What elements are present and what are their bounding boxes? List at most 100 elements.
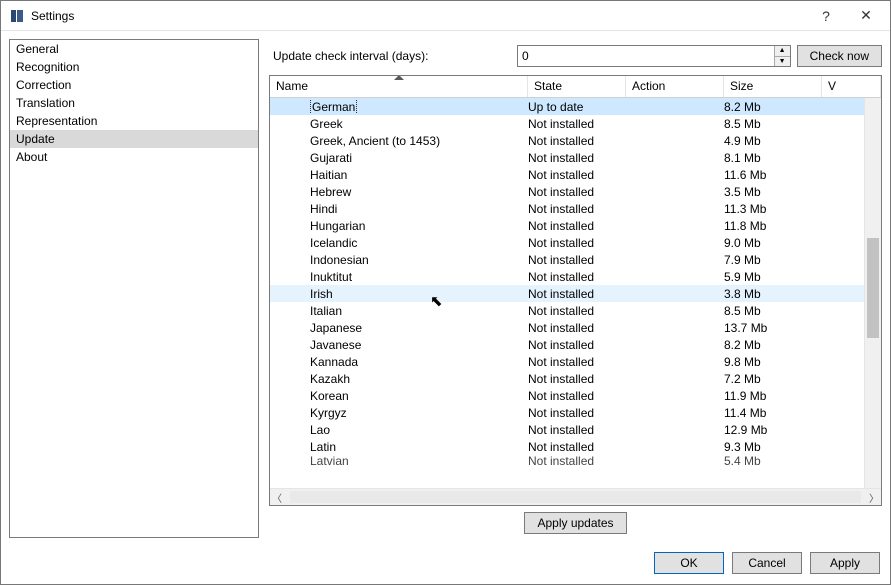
horizontal-scrollbar[interactable]: 〈 〉 — [270, 488, 881, 505]
table-row[interactable]: KyrgyzNot installed11.4 Mb — [270, 404, 864, 421]
cell-name: Irish — [270, 287, 528, 301]
cell-name: Hungarian — [270, 219, 528, 233]
table-row[interactable]: GermanUp to date8.2 Mb — [270, 98, 864, 115]
table-row[interactable]: JavaneseNot installed 8.2 Mb — [270, 336, 864, 353]
cell-size: 4.9 Mb — [724, 134, 822, 148]
header-action[interactable]: Action — [626, 76, 724, 97]
cell-state: Not installed — [528, 253, 626, 267]
cell-name: Latvian — [270, 455, 528, 467]
cell-name: Korean — [270, 389, 528, 403]
spin-buttons[interactable]: ▲ ▼ — [774, 46, 790, 66]
cell-size: 8.2 Mb — [724, 100, 822, 114]
cell-size: 8.2 Mb — [724, 338, 822, 352]
spin-down-icon[interactable]: ▼ — [775, 57, 790, 67]
table-row[interactable]: HungarianNot installed 11.8 Mb — [270, 217, 864, 234]
cell-name: Kannada — [270, 355, 528, 369]
dialog-footer: OK Cancel Apply — [1, 546, 890, 584]
cell-size: 11.3 Mb — [724, 202, 822, 216]
cell-name: Hindi — [270, 202, 528, 216]
cell-size: 8.1 Mb — [724, 151, 822, 165]
cell-name: Gujarati — [270, 151, 528, 165]
table-row[interactable]: KoreanNot installed11.9 Mb — [270, 387, 864, 404]
apply-updates-button[interactable]: Apply updates — [524, 512, 626, 534]
sidebar-item-recognition[interactable]: Recognition — [10, 58, 258, 76]
cell-name: Italian — [270, 304, 528, 318]
ok-button[interactable]: OK — [654, 552, 724, 574]
table-row[interactable]: KannadaNot installed 9.8 Mb — [270, 353, 864, 370]
table-row[interactable]: IcelandicNot installed9.0 Mb — [270, 234, 864, 251]
titlebar: Settings ? ✕ — [1, 1, 890, 31]
table-row[interactable]: LaoNot installed12.9 Mb — [270, 421, 864, 438]
sidebar-item-correction[interactable]: Correction — [10, 76, 258, 94]
cell-size: 7.2 Mb — [724, 372, 822, 386]
updates-table: Name State Action Size V ⬉ GermanUp to d… — [269, 75, 882, 506]
content-area: GeneralRecognitionCorrectionTranslationR… — [1, 31, 890, 546]
cell-state: Not installed — [528, 219, 626, 233]
table-row[interactable]: Greek, Ancient (to 1453)Not installed 4.9… — [270, 132, 864, 149]
cell-name: Haitian — [270, 168, 528, 182]
sidebar-item-update[interactable]: Update — [10, 130, 258, 148]
cancel-button[interactable]: Cancel — [732, 552, 802, 574]
cell-name: Latin — [270, 440, 528, 454]
apply-updates-row: Apply updates — [269, 506, 882, 538]
spin-up-icon[interactable]: ▲ — [775, 46, 790, 57]
cell-size: 9.8 Mb — [724, 355, 822, 369]
interval-spinbox[interactable]: ▲ ▼ — [517, 45, 791, 67]
scroll-left-icon[interactable]: 〈 — [272, 490, 282, 505]
table-row[interactable]: HindiNot installed11.3 Mb — [270, 200, 864, 217]
apply-button[interactable]: Apply — [810, 552, 880, 574]
vertical-scrollbar[interactable] — [864, 98, 881, 488]
close-button[interactable]: ✕ — [846, 2, 886, 30]
cell-size: 8.5 Mb — [724, 117, 822, 131]
cell-state: Not installed — [528, 134, 626, 148]
cell-name: Kyrgyz — [270, 406, 528, 420]
header-size[interactable]: Size — [724, 76, 822, 97]
cell-size: 3.5 Mb — [724, 185, 822, 199]
cell-size: 11.8 Mb — [724, 219, 822, 233]
cell-state: Not installed — [528, 185, 626, 199]
table-row[interactable]: InuktitutNot installed5.9 Mb — [270, 268, 864, 285]
table-row[interactable]: GreekNot installed8.5 Mb — [270, 115, 864, 132]
header-state[interactable]: State — [528, 76, 626, 97]
cell-state: Not installed — [528, 270, 626, 284]
horizontal-scroll-thumb[interactable] — [290, 491, 861, 503]
table-row[interactable]: ItalianNot installed8.5 Mb — [270, 302, 864, 319]
help-button[interactable]: ? — [806, 2, 846, 30]
cell-state: Not installed — [528, 321, 626, 335]
cell-size: 11.9 Mb — [724, 389, 822, 403]
check-now-button[interactable]: Check now — [797, 45, 882, 67]
cell-name: Greek, Ancient (to 1453) — [270, 134, 528, 148]
cell-name: Greek — [270, 117, 528, 131]
table-row[interactable]: HaitianNot installed11.6 Mb — [270, 166, 864, 183]
cell-size: 12.9 Mb — [724, 423, 822, 437]
cell-name: Icelandic — [270, 236, 528, 250]
table-row[interactable]: LatinNot installed9.3 Mb — [270, 438, 864, 455]
table-row[interactable]: KazakhNot installed7.2 Mb — [270, 370, 864, 387]
cell-size: 8.5 Mb — [724, 304, 822, 318]
cell-state: Not installed — [528, 236, 626, 250]
scroll-right-icon[interactable]: 〉 — [869, 490, 879, 505]
cell-state: Not installed — [528, 338, 626, 352]
cell-size: 13.7 Mb — [724, 321, 822, 335]
cell-name: Javanese — [270, 338, 528, 352]
table-row[interactable]: GujaratiNot installed 8.1 Mb — [270, 149, 864, 166]
cell-name: Inuktitut — [270, 270, 528, 284]
table-row[interactable]: LatvianNot installed5.4 Mb — [270, 455, 864, 467]
cell-state: Not installed — [528, 355, 626, 369]
table-row[interactable]: HebrewNot installed3.5 Mb — [270, 183, 864, 200]
table-row[interactable]: IndonesianNot installed7.9 Mb — [270, 251, 864, 268]
sidebar-item-translation[interactable]: Translation — [10, 94, 258, 112]
sidebar-item-about[interactable]: About — [10, 148, 258, 166]
header-name[interactable]: Name — [270, 76, 528, 97]
vertical-scroll-thumb[interactable] — [867, 238, 879, 338]
sidebar-item-general[interactable]: General — [10, 40, 258, 58]
table-row[interactable]: IrishNot installed3.8 Mb — [270, 285, 864, 302]
cell-state: Not installed — [528, 151, 626, 165]
app-icon — [9, 8, 25, 24]
cell-name: German — [270, 100, 528, 114]
interval-input[interactable] — [518, 46, 774, 66]
header-last[interactable]: V — [822, 76, 881, 97]
main-panel: Update check interval (days): ▲ ▼ Check … — [269, 39, 882, 538]
sidebar-item-representation[interactable]: Representation — [10, 112, 258, 130]
table-row[interactable]: JapaneseNot installed13.7 Mb — [270, 319, 864, 336]
